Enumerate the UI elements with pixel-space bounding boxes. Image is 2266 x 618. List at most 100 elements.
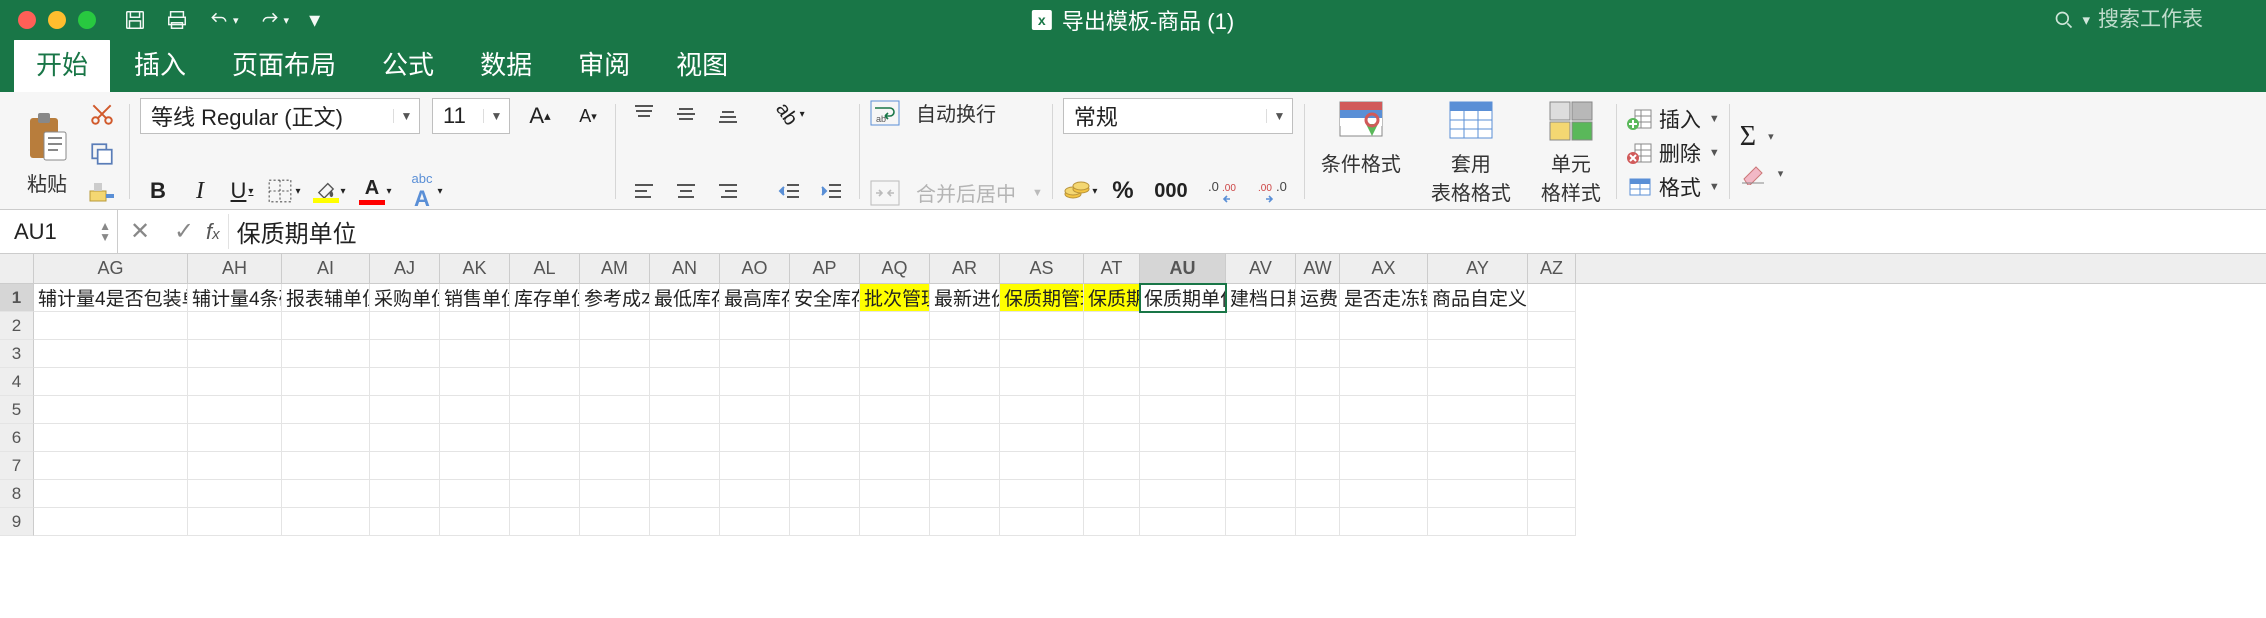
redo-button[interactable]: ▾ bbox=[259, 10, 290, 30]
cell-AY2[interactable] bbox=[1428, 312, 1528, 340]
col-header-AU[interactable]: AU bbox=[1140, 254, 1226, 283]
cell-AO3[interactable] bbox=[720, 340, 790, 368]
cell-AM5[interactable] bbox=[580, 396, 650, 424]
cell-AK7[interactable] bbox=[440, 452, 510, 480]
cell-AJ4[interactable] bbox=[370, 368, 440, 396]
cell-AQ9[interactable] bbox=[860, 508, 930, 536]
comma-button[interactable]: 000 bbox=[1147, 175, 1195, 207]
cell-AM3[interactable] bbox=[580, 340, 650, 368]
borders-button[interactable]: ▾ bbox=[266, 175, 302, 207]
row-header-4[interactable]: 4 bbox=[0, 368, 34, 396]
conditional-format-button[interactable]: 条件格式 bbox=[1315, 98, 1407, 179]
cell-AM1[interactable]: 参考成本 bbox=[580, 284, 650, 312]
col-header-AI[interactable]: AI bbox=[282, 254, 370, 283]
cell-AG2[interactable] bbox=[34, 312, 188, 340]
cell-AX5[interactable] bbox=[1340, 396, 1428, 424]
cell-AW9[interactable] bbox=[1296, 508, 1340, 536]
cell-AO1[interactable]: 最高库存 bbox=[720, 284, 790, 312]
cell-AJ6[interactable] bbox=[370, 424, 440, 452]
undo-button[interactable]: ▾ bbox=[208, 10, 239, 30]
align-top-button[interactable] bbox=[626, 98, 662, 130]
cell-AI2[interactable] bbox=[282, 312, 370, 340]
row-header-1[interactable]: 1 bbox=[0, 284, 34, 312]
cell-AJ7[interactable] bbox=[370, 452, 440, 480]
cell-AQ6[interactable] bbox=[860, 424, 930, 452]
cell-AM7[interactable] bbox=[580, 452, 650, 480]
cell-AP1[interactable]: 安全库存 bbox=[790, 284, 860, 312]
formula-input[interactable]: 保质期单位 bbox=[228, 214, 2266, 249]
cancel-formula-button[interactable]: ✕ bbox=[118, 217, 162, 246]
select-all-corner[interactable] bbox=[0, 254, 34, 283]
cell-AQ2[interactable] bbox=[860, 312, 930, 340]
cell-AT3[interactable] bbox=[1084, 340, 1140, 368]
row-header-2[interactable]: 2 bbox=[0, 312, 34, 340]
cell-AS9[interactable] bbox=[1000, 508, 1084, 536]
cell-AU8[interactable] bbox=[1140, 480, 1226, 508]
cell-AO7[interactable] bbox=[720, 452, 790, 480]
cell-AK9[interactable] bbox=[440, 508, 510, 536]
bold-button[interactable]: B bbox=[140, 175, 176, 207]
format-painter-button[interactable] bbox=[84, 178, 120, 210]
cell-AX4[interactable] bbox=[1340, 368, 1428, 396]
cell-AL8[interactable] bbox=[510, 480, 580, 508]
cell-AI9[interactable] bbox=[282, 508, 370, 536]
cell-AN3[interactable] bbox=[650, 340, 720, 368]
enter-formula-button[interactable]: ✓ bbox=[162, 217, 206, 246]
cell-AV2[interactable] bbox=[1226, 312, 1296, 340]
col-header-AZ[interactable]: AZ bbox=[1528, 254, 1576, 283]
cell-AY5[interactable] bbox=[1428, 396, 1528, 424]
cell-AG1[interactable]: 辅计量4是否包装单位 bbox=[34, 284, 188, 312]
cell-AT2[interactable] bbox=[1084, 312, 1140, 340]
qat-customize[interactable]: ▾ bbox=[309, 7, 320, 33]
font-color-button[interactable]: A▾ bbox=[350, 175, 394, 207]
row-header-6[interactable]: 6 bbox=[0, 424, 34, 452]
cell-AX2[interactable] bbox=[1340, 312, 1428, 340]
tab-公式[interactable]: 公式 bbox=[360, 37, 456, 92]
cell-styles-button[interactable]: 单元 格样式 bbox=[1535, 98, 1607, 208]
cell-AW6[interactable] bbox=[1296, 424, 1340, 452]
col-header-AQ[interactable]: AQ bbox=[860, 254, 930, 283]
cell-AH8[interactable] bbox=[188, 480, 282, 508]
cell-AR1[interactable]: 最新进价 bbox=[930, 284, 1000, 312]
cell-AH2[interactable] bbox=[188, 312, 282, 340]
cell-AM2[interactable] bbox=[580, 312, 650, 340]
cell-AY9[interactable] bbox=[1428, 508, 1528, 536]
col-header-AS[interactable]: AS bbox=[1000, 254, 1084, 283]
wrap-text-button[interactable]: ab 自动换行 bbox=[870, 98, 1043, 127]
cell-AH5[interactable] bbox=[188, 396, 282, 424]
align-center-button[interactable] bbox=[668, 175, 704, 207]
tab-数据[interactable]: 数据 bbox=[458, 37, 554, 92]
cell-AN9[interactable] bbox=[650, 508, 720, 536]
row-header-3[interactable]: 3 bbox=[0, 340, 34, 368]
cell-AS3[interactable] bbox=[1000, 340, 1084, 368]
close-button[interactable] bbox=[18, 11, 36, 29]
clear-button[interactable]: ▾ bbox=[1740, 163, 1784, 185]
font-name-select[interactable]: 等线 Regular (正文)▼ bbox=[140, 98, 420, 134]
cell-AT7[interactable] bbox=[1084, 452, 1140, 480]
cell-AT4[interactable] bbox=[1084, 368, 1140, 396]
tab-页面布局[interactable]: 页面布局 bbox=[210, 37, 358, 92]
save-icon[interactable] bbox=[124, 9, 146, 31]
cell-AH3[interactable] bbox=[188, 340, 282, 368]
cell-AQ3[interactable] bbox=[860, 340, 930, 368]
delete-cells-button[interactable]: 删除▼ bbox=[1627, 138, 1720, 168]
cell-AY8[interactable] bbox=[1428, 480, 1528, 508]
col-header-AO[interactable]: AO bbox=[720, 254, 790, 283]
decrease-indent-button[interactable] bbox=[772, 175, 808, 207]
increase-indent-button[interactable] bbox=[814, 175, 850, 207]
cell-AJ8[interactable] bbox=[370, 480, 440, 508]
cell-AI7[interactable] bbox=[282, 452, 370, 480]
align-middle-button[interactable] bbox=[668, 98, 704, 130]
cell-AG5[interactable] bbox=[34, 396, 188, 424]
cell-AG4[interactable] bbox=[34, 368, 188, 396]
insert-cells-button[interactable]: 插入▼ bbox=[1627, 104, 1720, 134]
cell-AY6[interactable] bbox=[1428, 424, 1528, 452]
cell-AU4[interactable] bbox=[1140, 368, 1226, 396]
cell-AT5[interactable] bbox=[1084, 396, 1140, 424]
cell-AR7[interactable] bbox=[930, 452, 1000, 480]
cell-AV7[interactable] bbox=[1226, 452, 1296, 480]
cell-AW8[interactable] bbox=[1296, 480, 1340, 508]
cell-AZ2[interactable] bbox=[1528, 312, 1576, 340]
cell-AM4[interactable] bbox=[580, 368, 650, 396]
cell-AR4[interactable] bbox=[930, 368, 1000, 396]
